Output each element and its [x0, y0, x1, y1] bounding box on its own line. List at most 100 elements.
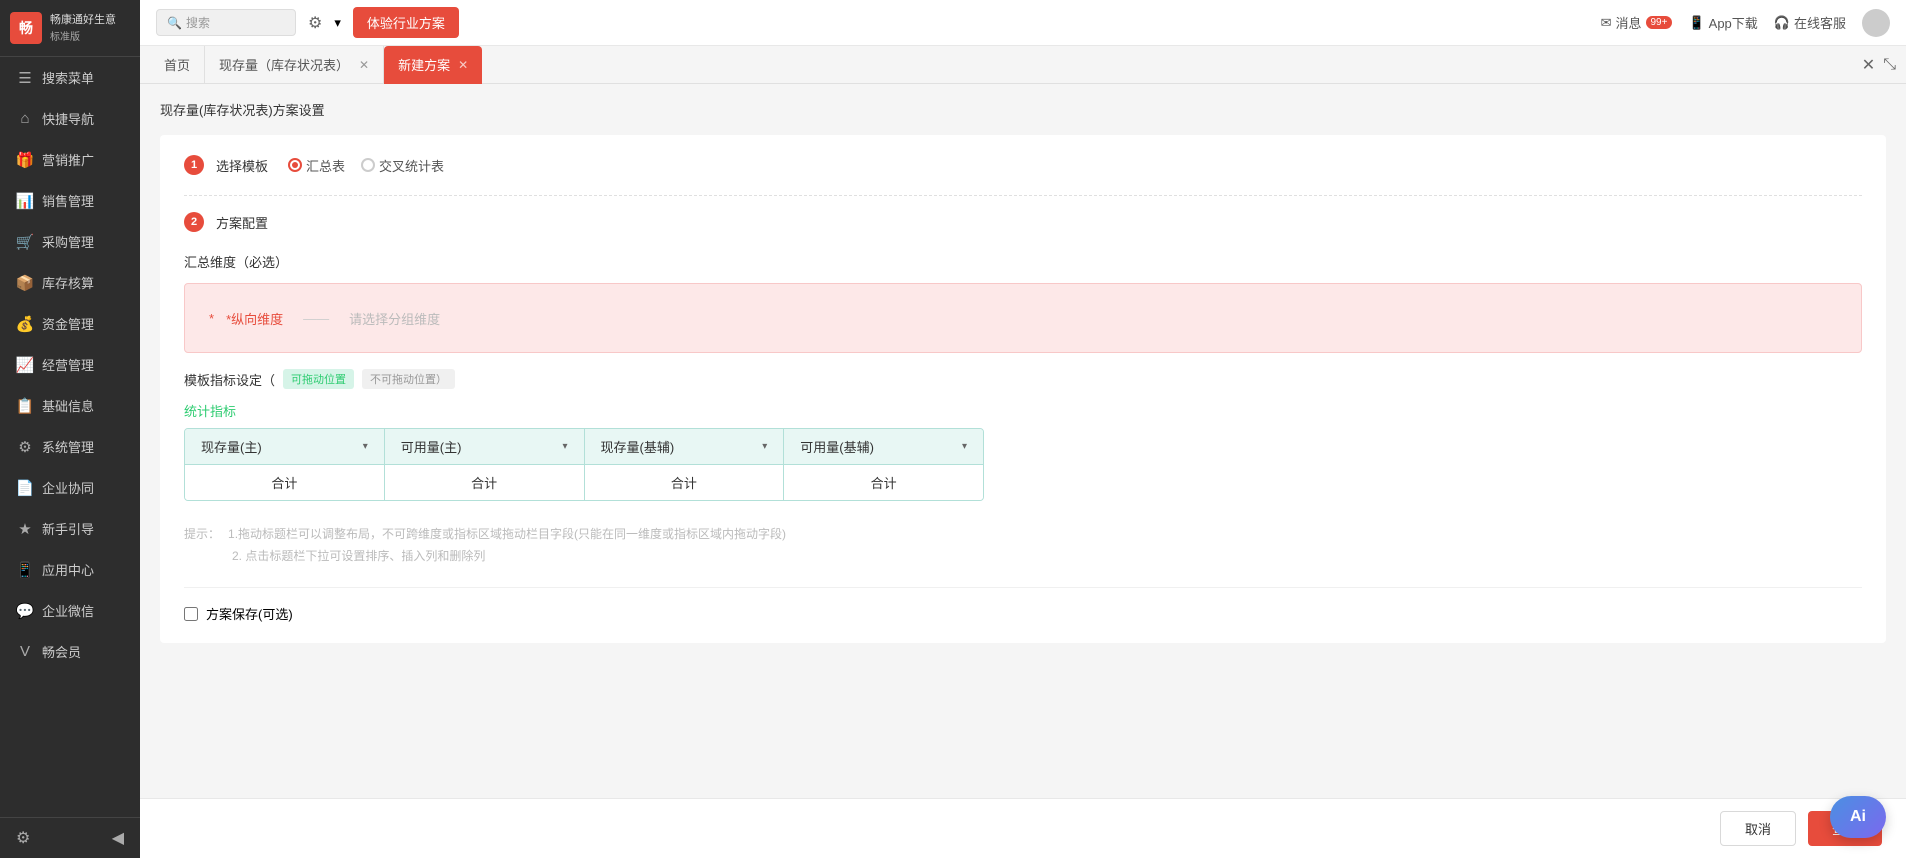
sidebar-item-label: 采购管理 — [42, 232, 94, 251]
system-icon: ⚙ — [16, 438, 34, 456]
expand-tab-button[interactable]: ⤡ — [1883, 56, 1896, 74]
tab-home[interactable]: 首页 — [150, 46, 205, 84]
col-chevron-1[interactable]: ▾ — [562, 441, 567, 452]
sidebar: 畅 畅康通好生意 标准版 ☰ 搜索菜单 ⌂ 快捷导航 🎁 营销推广 📊 销售管理… — [0, 0, 140, 858]
ai-assistant-bubble[interactable]: Ai — [1830, 796, 1886, 838]
indicator-settings-label: 模板指标设定（ — [184, 370, 275, 389]
sidebar-nav: ☰ 搜索菜单 ⌂ 快捷导航 🎁 营销推广 📊 销售管理 🛒 采购管理 📦 库存核… — [0, 57, 140, 817]
main-area: 🔍 搜索 ⚙ ▾ 体验行业方案 ✉ 消息 99+ 📱 App下载 🎧 在线客服 — [140, 0, 1906, 858]
message-button[interactable]: ✉ 消息 99+ — [1601, 13, 1673, 32]
non-draggable-badge: 不可拖动位置） — [362, 369, 455, 389]
search-box[interactable]: 🔍 搜索 — [156, 9, 296, 36]
col-header-2[interactable]: 现存量(基辅) ▾ — [585, 429, 785, 464]
topbar-left: 🔍 搜索 ⚙ ▾ 体验行业方案 — [156, 7, 459, 38]
radio-summary[interactable]: 汇总表 — [288, 156, 345, 175]
cancel-button[interactable]: 取消 — [1720, 811, 1796, 846]
settings-footer-icon[interactable]: ⚙ — [16, 828, 30, 848]
vip-icon: V — [16, 643, 34, 661]
sidebar-item-purchase[interactable]: 🛒 采购管理 — [0, 221, 140, 262]
step2-row: 2 方案配置 — [184, 212, 1862, 232]
radio-summary-label: 汇总表 — [306, 156, 345, 175]
template-radio-group: 汇总表 交叉统计表 — [288, 156, 444, 175]
radio-cross-label: 交叉统计表 — [379, 156, 444, 175]
sidebar-item-inventory[interactable]: 📦 库存核算 — [0, 262, 140, 303]
sidebar-item-wechat[interactable]: 💬 企业微信 — [0, 590, 140, 631]
col-chevron-3[interactable]: ▾ — [962, 441, 967, 452]
headset-icon: 🎧 — [1774, 15, 1790, 31]
save-scheme-label: 方案保存(可选) — [206, 604, 293, 623]
app-name: 畅康通好生意 — [50, 13, 116, 28]
page-title: 现存量(库存状况表)方案设置 — [160, 100, 1886, 119]
sidebar-item-finance[interactable]: 💰 资金管理 — [0, 303, 140, 344]
topbar-gear-icon[interactable]: ⚙ — [308, 13, 322, 33]
vertical-dimension-area[interactable]: * *纵向维度 —— 请选择分组维度 — [184, 283, 1862, 353]
col-chevron-2[interactable]: ▾ — [762, 441, 767, 452]
required-star: * — [209, 311, 214, 326]
sidebar-item-sales[interactable]: 📊 销售管理 — [0, 180, 140, 221]
col-chevron-0[interactable]: ▾ — [363, 441, 368, 452]
app-download-label: App下载 — [1709, 13, 1758, 32]
sidebar-item-basic-info[interactable]: 📋 基础信息 — [0, 385, 140, 426]
step2-number: 2 — [184, 212, 204, 232]
summary-dim-label: 汇总维度（必选） — [184, 252, 1862, 271]
col-header-0[interactable]: 现存量(主) ▾ — [185, 429, 385, 464]
radio-cross[interactable]: 交叉统计表 — [361, 156, 444, 175]
step-divider — [184, 195, 1862, 196]
indicator-table-row-0: 合计 合计 合计 合计 — [185, 464, 983, 500]
sidebar-item-label: 资金管理 — [42, 314, 94, 333]
operations-icon: 📈 — [16, 356, 34, 374]
tab-new-scheme[interactable]: 新建方案 ✕ — [384, 46, 482, 84]
sidebar-item-system[interactable]: ⚙ 系统管理 — [0, 426, 140, 467]
sidebar-item-app-center[interactable]: 📱 应用中心 — [0, 549, 140, 590]
app-download-icon: 📱 — [1688, 15, 1704, 31]
inventory-icon: 📦 — [16, 274, 34, 292]
collapse-icon[interactable]: ◀ — [112, 828, 124, 848]
close-tab-button[interactable]: ✕ — [1862, 55, 1875, 75]
sidebar-item-new-guide[interactable]: ★ 新手引导 — [0, 508, 140, 549]
stats-section-label: 统计指标 — [184, 401, 1862, 420]
hint-item-0: 1.拖动标题栏可以调整布局，不可跨维度或指标区域拖动栏目字段(只能在同一维度或指… — [228, 524, 786, 546]
sidebar-item-label: 畅会员 — [42, 642, 81, 661]
sidebar-item-quick-nav[interactable]: ⌂ 快捷导航 — [0, 98, 140, 139]
vertical-dim-label: *纵向维度 — [226, 309, 283, 328]
hints-area: 提示： 1.拖动标题栏可以调整布局，不可跨维度或指标区域拖动栏目字段(只能在同一… — [184, 524, 1862, 567]
finance-icon: 💰 — [16, 315, 34, 333]
content-area: 现存量(库存状况表)方案设置 1 选择模板 汇总表 交叉统计表 — [140, 84, 1906, 798]
tab-new-scheme-close-icon[interactable]: ✕ — [458, 58, 468, 72]
tab-inventory-close-icon[interactable]: ✕ — [359, 58, 369, 72]
sidebar-item-search-menu[interactable]: ☰ 搜索菜单 — [0, 57, 140, 98]
sidebar-item-label: 企业协同 — [42, 478, 94, 497]
col-header-3[interactable]: 可用量(基辅) ▾ — [784, 429, 983, 464]
tab-new-scheme-label: 新建方案 — [398, 55, 450, 74]
trial-industry-button[interactable]: 体验行业方案 — [353, 7, 459, 38]
sales-icon: 📊 — [16, 192, 34, 210]
indicator-table: 现存量(主) ▾ 可用量(主) ▾ 现存量(基辅) ▾ 可用量(基辅) — [184, 428, 984, 501]
col-summary-2: 合计 — [585, 465, 785, 500]
hint-title: 提示： 1.拖动标题栏可以调整布局，不可跨维度或指标区域拖动栏目字段(只能在同一… — [184, 524, 1862, 546]
sidebar-item-label: 应用中心 — [42, 560, 94, 579]
draggable-badge: 可拖动位置 — [283, 369, 354, 389]
user-avatar-button[interactable] — [1862, 9, 1890, 37]
online-service-button[interactable]: 🎧 在线客服 — [1774, 13, 1846, 32]
tab-inventory[interactable]: 现存量（库存状况表） ✕ — [205, 46, 384, 84]
dropdown-arrow-icon[interactable]: ▾ — [334, 15, 341, 31]
app-center-icon: 📱 — [16, 561, 34, 579]
sidebar-item-vip[interactable]: V 畅会员 — [0, 631, 140, 672]
footer-actions: 取消 查询 — [140, 798, 1906, 858]
sidebar-item-marketing[interactable]: 🎁 营销推广 — [0, 139, 140, 180]
sidebar-item-operations[interactable]: 📈 经营管理 — [0, 344, 140, 385]
indicator-settings: 模板指标设定（ 可拖动位置 不可拖动位置） 统计指标 现存量(主) ▾ 可用量(… — [184, 369, 1862, 504]
tab-home-label: 首页 — [164, 55, 190, 74]
sidebar-logo: 畅 畅康通好生意 标准版 — [0, 0, 140, 57]
quick-nav-icon: ⌂ — [16, 110, 34, 128]
sidebar-item-label: 经营管理 — [42, 355, 94, 374]
col-header-1[interactable]: 可用量(主) ▾ — [385, 429, 585, 464]
search-icon: 🔍 — [167, 16, 182, 30]
sidebar-item-label: 新手引导 — [42, 519, 94, 538]
sidebar-item-contract[interactable]: 📄 企业协同 — [0, 467, 140, 508]
tabs-bar: 首页 现存量（库存状况表） ✕ 新建方案 ✕ ✕ ⤡ — [140, 46, 1906, 84]
save-scheme-checkbox[interactable] — [184, 607, 198, 621]
indicator-label-row: 模板指标设定（ 可拖动位置 不可拖动位置） — [184, 369, 1862, 389]
message-label: 消息 — [1615, 13, 1641, 32]
app-download-button[interactable]: 📱 App下载 — [1688, 13, 1757, 32]
